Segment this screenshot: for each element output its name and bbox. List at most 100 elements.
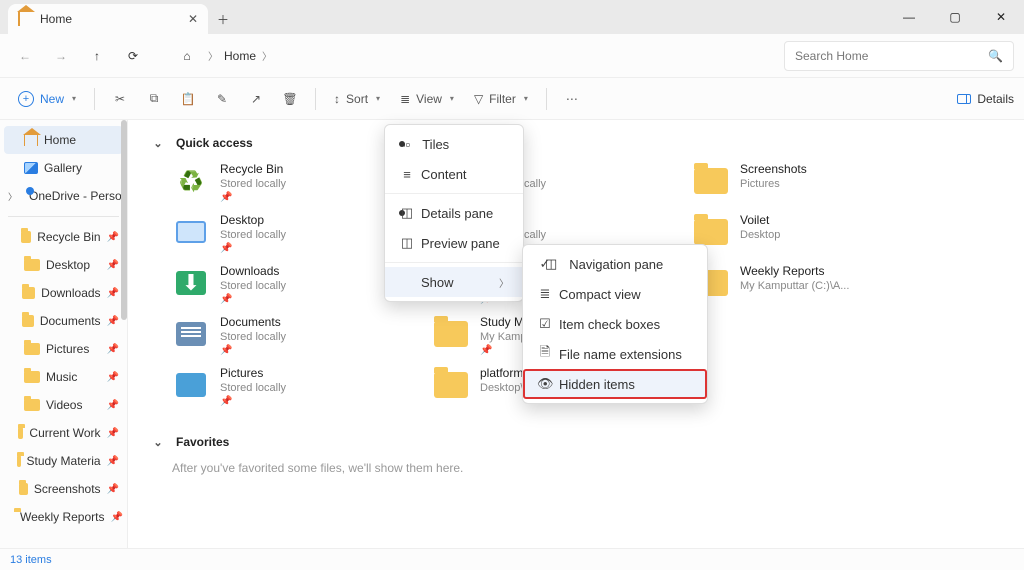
copy-button[interactable]: ⧉ xyxy=(139,84,169,114)
chevron-right-icon[interactable]: 〉 xyxy=(208,48,218,63)
new-button[interactable]: + New ▾ xyxy=(10,84,84,114)
scrollbar[interactable] xyxy=(121,120,127,320)
sidebar-item[interactable]: Downloads📌 xyxy=(0,279,127,307)
refresh-button[interactable]: ⟳ xyxy=(118,41,148,71)
item-name: Voilet xyxy=(740,213,780,227)
menu-item-details-pane[interactable]: ◫Details pane xyxy=(385,198,523,228)
rename-button[interactable]: ✎ xyxy=(207,84,237,114)
separator xyxy=(385,193,523,194)
sidebar-item-gallery[interactable]: Gallery xyxy=(0,154,127,182)
item-location: Stored locally xyxy=(220,178,286,190)
item-icon: ⬇ xyxy=(172,264,210,302)
section-title: Quick access xyxy=(176,136,253,150)
up-button[interactable]: ↑ xyxy=(82,41,112,71)
menu-item-check-boxes[interactable]: ☑Item check boxes xyxy=(523,309,707,339)
quick-access-item[interactable]: PicturesStored locally📌 xyxy=(172,366,422,407)
share-button[interactable]: ↗ xyxy=(241,84,271,114)
filter-button[interactable]: ▽ Filter▾ xyxy=(466,84,536,114)
chevron-right-icon[interactable]: 〉 xyxy=(8,190,17,203)
view-button[interactable]: ≣ View▾ xyxy=(392,84,462,114)
item-name: Recycle Bin xyxy=(220,162,286,176)
menu-item-hidden-items[interactable]: 👁Hidden items xyxy=(523,369,707,399)
item-icon xyxy=(172,366,210,404)
sidebar-item-home[interactable]: Home xyxy=(4,126,123,154)
chevron-down-icon[interactable]: ⌄ xyxy=(152,436,164,449)
maximize-button[interactable]: ▢ xyxy=(932,0,978,34)
quick-access-item[interactable]: DocumentsStored locally📌 xyxy=(172,315,422,356)
filter-label: Filter xyxy=(489,92,516,106)
sidebar-item-onedrive[interactable]: 〉 OneDrive - Perso xyxy=(0,182,127,210)
sidebar-item-label: Study Materia xyxy=(27,454,101,468)
section-favorites[interactable]: ⌄ Favorites xyxy=(152,435,1000,449)
item-location: Stored locally xyxy=(220,280,286,292)
separator xyxy=(315,88,316,110)
pin-icon: 📌 xyxy=(107,316,119,327)
sidebar-item[interactable]: Study Materia📌 xyxy=(0,447,127,475)
menu-item-show[interactable]: Show〉 xyxy=(385,267,523,297)
folder-icon xyxy=(21,231,32,243)
breadcrumb-home-icon[interactable]: ⌂ xyxy=(172,41,202,71)
folder-icon xyxy=(22,315,34,327)
navigation-pane[interactable]: Home Gallery 〉 OneDrive - Perso Recycle … xyxy=(0,120,128,548)
menu-item-navigation-pane[interactable]: ✓◫ Navigation pane xyxy=(523,249,707,279)
forward-button[interactable]: → xyxy=(46,41,76,71)
pin-icon: 📌 xyxy=(220,294,286,305)
search-input[interactable]: Search Home 🔍 xyxy=(784,41,1014,71)
pin-icon: 📌 xyxy=(220,192,286,203)
sidebar-item-label: Pictures xyxy=(46,342,89,356)
pin-icon: 📌 xyxy=(107,428,119,439)
separator xyxy=(94,88,95,110)
cut-button[interactable]: ✂ xyxy=(105,84,135,114)
sidebar-item[interactable]: Recycle Bin📌 xyxy=(0,223,127,251)
item-location: My Kamputtar (C:)\A... xyxy=(740,280,849,292)
menu-item-tiles[interactable]: ▫▫Tiles xyxy=(385,129,523,159)
plus-circle-icon: + xyxy=(18,91,34,107)
folder-icon xyxy=(17,455,21,467)
sidebar-item[interactable]: Videos📌 xyxy=(0,391,127,419)
back-button[interactable]: ← xyxy=(10,41,40,71)
sort-button[interactable]: ↕ Sort▾ xyxy=(326,84,388,114)
title-bar: Home ✕ ＋ ― ▢ ✕ xyxy=(0,0,1024,34)
sidebar-item[interactable]: Current Work📌 xyxy=(0,419,127,447)
close-tab-icon[interactable]: ✕ xyxy=(188,12,198,26)
command-bar: + New ▾ ✂ ⧉ 📋 ✎ ↗ 🗑 ↕ Sort▾ ≣ View▾ ▽ Fi… xyxy=(0,78,1024,120)
sidebar-item[interactable]: Music📌 xyxy=(0,363,127,391)
item-icon xyxy=(432,366,470,404)
chevron-right-icon[interactable]: 〉 xyxy=(262,48,272,63)
address-bar: ← → ↑ ⟳ ⌂ 〉 Home 〉 Search Home 🔍 xyxy=(0,34,1024,78)
window-tab[interactable]: Home ✕ xyxy=(8,4,208,34)
sidebar-item[interactable]: Desktop📌 xyxy=(0,251,127,279)
sidebar-item[interactable]: Pictures📌 xyxy=(0,335,127,363)
delete-button[interactable]: 🗑 xyxy=(275,84,305,114)
item-icon xyxy=(172,315,210,353)
breadcrumb-home[interactable]: Home xyxy=(224,49,256,63)
menu-item-file-extensions[interactable]: 🗎File name extensions xyxy=(523,339,707,369)
quick-access-item[interactable]: VoiletDesktop xyxy=(692,213,942,254)
more-button[interactable]: ⋯ xyxy=(557,84,587,114)
preview-pane-icon: ◫ xyxy=(399,235,415,251)
quick-access-item[interactable]: Weekly ReportsMy Kamputtar (C:)\A... xyxy=(692,264,942,305)
minimize-button[interactable]: ― xyxy=(886,0,932,34)
close-window-button[interactable]: ✕ xyxy=(978,0,1024,34)
quick-access-item[interactable]: ScreenshotsPictures xyxy=(692,162,942,203)
menu-item-content[interactable]: ≡Content xyxy=(385,159,523,189)
section-quick-access[interactable]: ⌄ Quick access xyxy=(152,136,1000,150)
paste-button[interactable]: 📋 xyxy=(173,84,203,114)
details-toggle[interactable]: Details xyxy=(957,92,1014,106)
item-name: Downloads xyxy=(220,264,286,278)
view-menu[interactable]: ▫▫Tiles ≡Content ◫Details pane ◫Preview … xyxy=(384,124,524,302)
new-tab-button[interactable]: ＋ xyxy=(208,4,238,34)
item-location: Pictures xyxy=(740,178,807,190)
sidebar-item[interactable]: Screenshots📌 xyxy=(0,475,127,503)
pin-icon: 📌 xyxy=(107,484,119,495)
menu-item-compact-view[interactable]: ≣Compact view xyxy=(523,279,707,309)
show-submenu[interactable]: ✓◫ Navigation pane ≣Compact view ☑Item c… xyxy=(522,244,708,404)
sidebar-item[interactable]: Weekly Reports📌 xyxy=(0,503,127,531)
home-icon xyxy=(24,134,38,146)
sidebar-item-label: Documents xyxy=(40,314,101,328)
sidebar-item[interactable]: Documents 📌 xyxy=(0,307,127,335)
chevron-down-icon[interactable]: ⌄ xyxy=(152,137,164,150)
menu-item-preview-pane[interactable]: ◫Preview pane xyxy=(385,228,523,258)
search-placeholder: Search Home xyxy=(795,49,868,63)
pin-icon: 📌 xyxy=(107,232,119,243)
